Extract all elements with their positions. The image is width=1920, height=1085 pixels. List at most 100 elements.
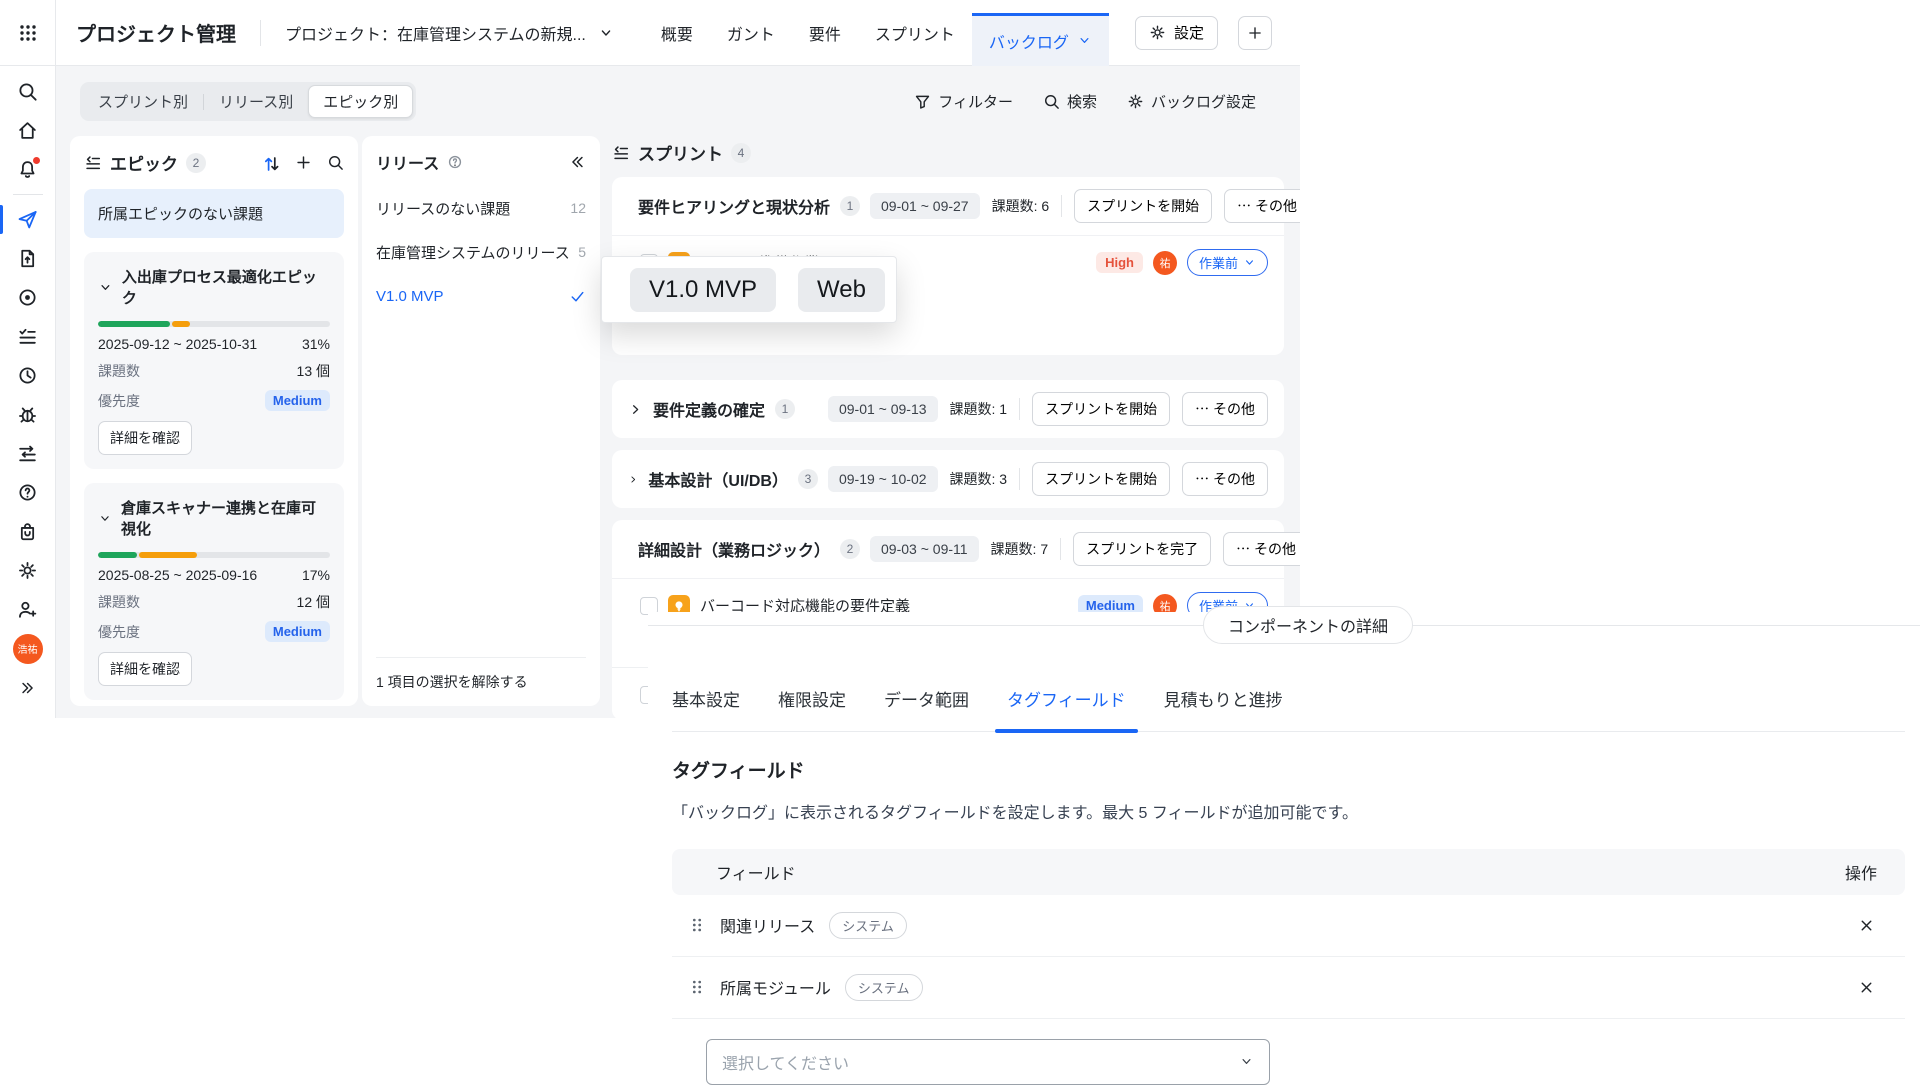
- priority-badge: Medium: [265, 621, 330, 642]
- chevron-right-icon[interactable]: [628, 402, 643, 417]
- sidebar-item-profile[interactable]: 浩祐: [0, 629, 56, 668]
- sidebar-item-archive[interactable]: [0, 512, 56, 551]
- tab-backlog[interactable]: バックログ: [972, 13, 1109, 66]
- table-row: 所属モジュール システム: [672, 957, 1905, 1019]
- release-item[interactable]: リリースのない課題 12: [376, 186, 586, 230]
- divider: [1061, 195, 1062, 217]
- more-button[interactable]: ⋯ その他: [1182, 462, 1268, 496]
- epic-date-range: 2025-08-25 ~ 2025-09-16: [98, 567, 257, 583]
- view-by-sprint[interactable]: スプリント別: [83, 85, 203, 118]
- unassigned-epic-item[interactable]: 所属エピックのない課題: [84, 189, 344, 238]
- epic-date-range: 2025-09-12 ~ 2025-10-31: [98, 336, 257, 352]
- view-by-release[interactable]: リリース別: [204, 85, 308, 118]
- sprint-issues-count: 課題数: 6: [992, 196, 1050, 216]
- sprint-group-badge: 1: [840, 196, 860, 216]
- tab-basic-settings[interactable]: 基本設定: [672, 686, 740, 731]
- epic-card[interactable]: 入出庫プロセス最適化エピック 2025-09-12 ~ 2025-10-31 3…: [84, 252, 344, 469]
- add-field-select[interactable]: 選択してください: [706, 1039, 1270, 1085]
- field-name: 関連リリース: [720, 913, 815, 937]
- sidebar-item-settings[interactable]: [0, 551, 56, 590]
- epic-card[interactable]: 倉庫スキャナー連携と在庫可視化 2025-08-25 ~ 2025-09-16 …: [84, 483, 344, 700]
- zoomed-tag: Web: [798, 268, 885, 312]
- tab-gantt[interactable]: ガント: [710, 0, 792, 66]
- start-sprint-button[interactable]: スプリントを開始: [1032, 462, 1170, 496]
- sidebar-item-help[interactable]: [0, 473, 56, 512]
- tab-data-range[interactable]: データ範囲: [884, 686, 969, 731]
- more-button[interactable]: ⋯ その他: [1223, 532, 1300, 566]
- sprint-group: 要件定義の確定 1 09-01 ~ 09-13 課題数: 1 スプリントを開始 …: [612, 380, 1284, 438]
- divider: [1019, 468, 1020, 490]
- clear-selection-link[interactable]: 1 項目の選択を解除する: [376, 657, 586, 692]
- chevron-down-icon[interactable]: [98, 280, 113, 295]
- start-sprint-button[interactable]: スプリントを開始: [1032, 392, 1170, 426]
- complete-sprint-button[interactable]: スプリントを完了: [1073, 532, 1211, 566]
- main-nav-tabs: 概要 ガント 要件 スプリント バックログ: [644, 0, 1109, 66]
- add-button[interactable]: [1238, 16, 1272, 50]
- settings-button[interactable]: 設定: [1135, 16, 1218, 50]
- project-selector[interactable]: プロジェクト：在庫管理システムの新規...: [285, 21, 614, 45]
- sidebar-item-notifications[interactable]: [0, 150, 56, 189]
- add-epic-icon[interactable]: [295, 154, 312, 171]
- drag-handle-icon[interactable]: [688, 916, 706, 934]
- release-item[interactable]: 在庫管理システムのリリース 5: [376, 230, 586, 274]
- app-grid-button[interactable]: [0, 0, 56, 66]
- sidebar-item-workflow[interactable]: [0, 434, 56, 473]
- tab-overview[interactable]: 概要: [644, 0, 710, 66]
- epic-panel-title: エピック: [110, 150, 178, 175]
- drag-handle-icon[interactable]: [688, 978, 706, 996]
- assignee-avatar: 祐: [1153, 251, 1177, 275]
- sprint-dates: 09-01 ~ 09-13: [828, 396, 938, 422]
- sprint-group-badge: 3: [798, 469, 818, 489]
- sidebar-item-goals[interactable]: [0, 278, 56, 317]
- chevron-down-icon[interactable]: [98, 511, 112, 526]
- bug-icon: [17, 404, 38, 425]
- tab-sprint[interactable]: スプリント: [858, 0, 972, 66]
- system-badge: システム: [829, 912, 907, 939]
- check-icon: [569, 288, 586, 305]
- epic-panel: エピック 2 所属エピックのない課題 入出庫プロセス最適化エピック: [70, 136, 358, 706]
- sidebar-expand-button[interactable]: [0, 668, 56, 707]
- sidebar-item-export[interactable]: [0, 239, 56, 278]
- sidebar-item-time[interactable]: [0, 356, 56, 395]
- search-epic-icon[interactable]: [327, 154, 344, 171]
- sidebar-item-home[interactable]: [0, 111, 56, 150]
- component-detail-title: コンポーネントの詳細: [1203, 606, 1413, 644]
- status-dropdown[interactable]: 作業前: [1187, 249, 1268, 276]
- divider: [1019, 398, 1020, 420]
- epic-icon: [84, 154, 102, 172]
- filter-button[interactable]: フィルター: [914, 91, 1013, 112]
- gear-icon: [17, 560, 38, 581]
- more-button[interactable]: ⋯ その他: [1182, 392, 1268, 426]
- search-button[interactable]: 検索: [1043, 91, 1097, 112]
- tab-permission-settings[interactable]: 権限設定: [778, 686, 846, 731]
- start-sprint-button[interactable]: スプリントを開始: [1074, 189, 1212, 223]
- chevron-down-icon: [1243, 256, 1256, 269]
- tab-tag-fields[interactable]: タグフィールド: [1007, 686, 1126, 731]
- sidebar-item-tasks[interactable]: [0, 317, 56, 356]
- epic-detail-button[interactable]: 詳細を確認: [98, 652, 192, 686]
- sort-icon[interactable]: [262, 154, 280, 172]
- help-circle-icon[interactable]: [447, 154, 463, 170]
- sprint-group-name: 要件ヒアリングと現状分析: [638, 194, 830, 218]
- release-item-label: V1.0 MVP: [376, 288, 444, 305]
- sidebar-item-invite[interactable]: [0, 590, 56, 629]
- collapse-panel-icon[interactable]: [568, 153, 586, 171]
- view-by-epic[interactable]: エピック別: [308, 85, 413, 118]
- tab-estimates-progress[interactable]: 見積もりと進捗: [1164, 686, 1283, 731]
- release-item-selected[interactable]: V1.0 MVP: [376, 274, 586, 318]
- chevron-right-icon[interactable]: [628, 472, 638, 487]
- sidebar-item-search[interactable]: [0, 72, 56, 111]
- epic-detail-button[interactable]: 詳細を確認: [98, 421, 192, 455]
- sprint-issues-count: 課題数: 3: [950, 469, 1008, 489]
- tab-requirements[interactable]: 要件: [792, 0, 858, 66]
- remove-field-button[interactable]: [1858, 917, 1875, 934]
- more-button[interactable]: ⋯ その他: [1224, 189, 1300, 223]
- issues-label: 課題数: [98, 361, 140, 381]
- divider: [612, 235, 1284, 236]
- sidebar-item-projects-active[interactable]: [0, 200, 56, 239]
- sidebar-item-bugs[interactable]: [0, 395, 56, 434]
- chevron-down-icon: [1077, 33, 1092, 48]
- backlog-settings-button[interactable]: バックログ設定: [1127, 91, 1256, 112]
- remove-field-button[interactable]: [1858, 979, 1875, 996]
- epic-percent: 31%: [302, 336, 330, 352]
